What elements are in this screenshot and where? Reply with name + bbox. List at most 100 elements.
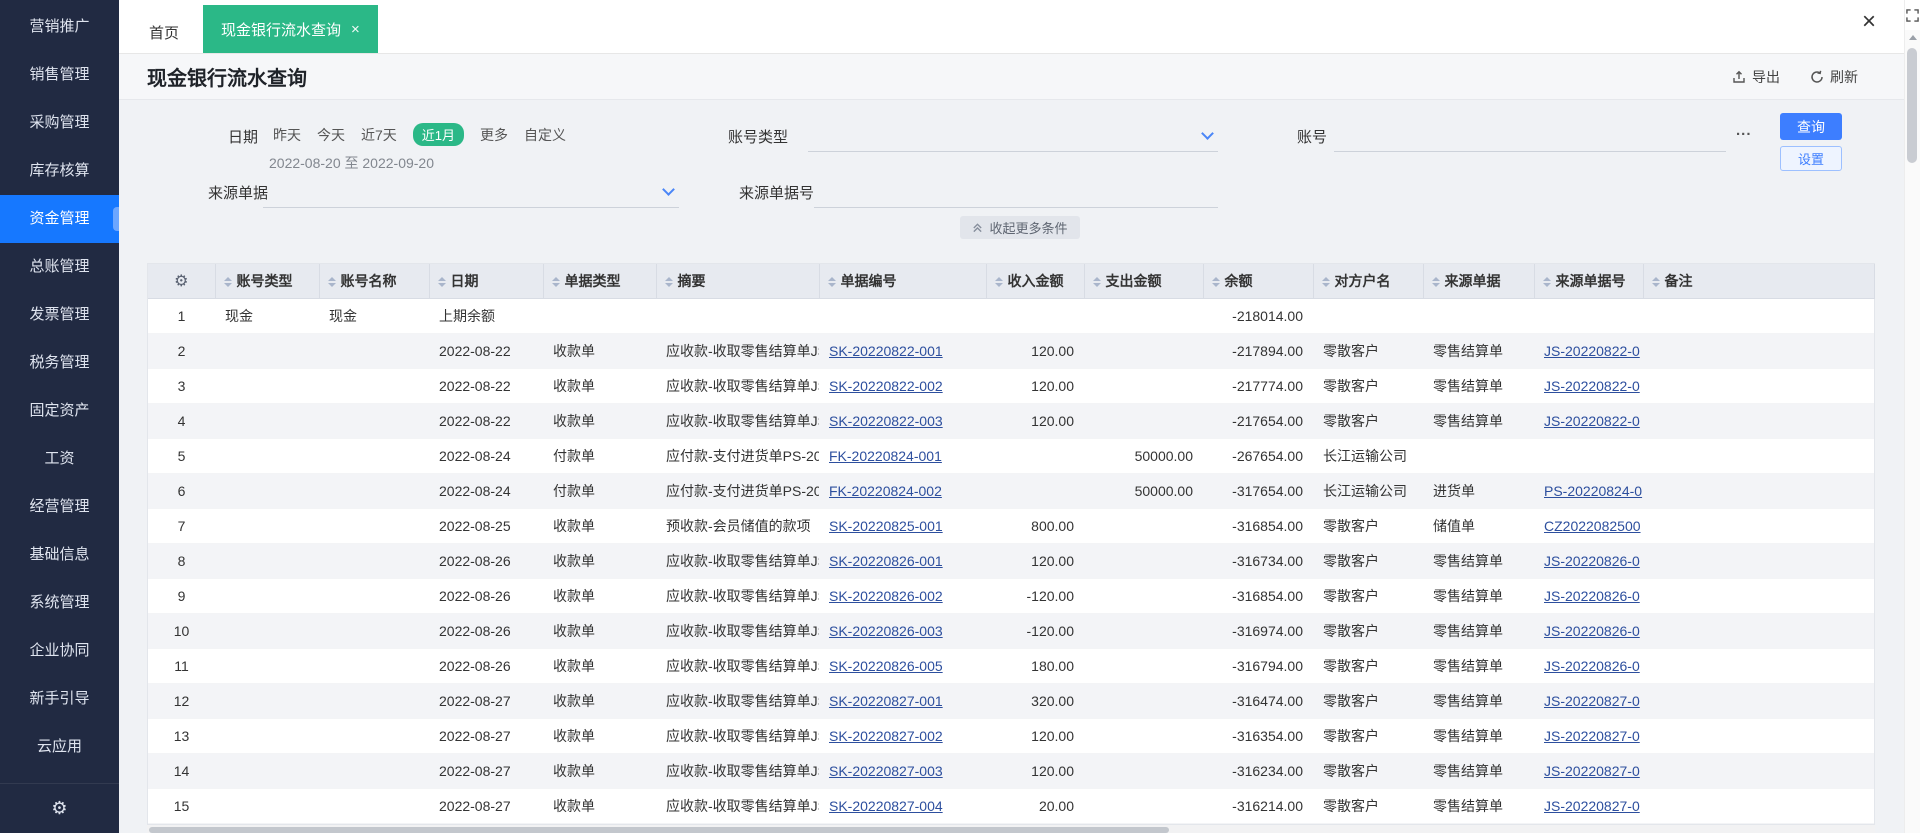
column-header-doc_no[interactable]: 单据编号 [819,264,987,299]
source_doc_no-link[interactable]: CZ2022082500 [1544,518,1641,534]
account-more-button[interactable]: ... [1736,122,1752,139]
table-row[interactable]: 8 2022-08-26 收款单 应收款-收取零售结算单JS SK-20220826-0… [148,543,1874,579]
doc_no-link[interactable]: SK-20220826-003 [829,623,943,639]
doc_no-link[interactable]: SK-20220827-001 [829,693,943,709]
column-header-balance[interactable]: 余额 [1203,264,1314,299]
source_doc_no-link[interactable]: JS-20220827-0 [1544,763,1640,779]
doc_no-link[interactable]: SK-20220822-002 [829,378,943,394]
column-header-expense[interactable]: 支出金额 [1084,264,1204,299]
sidebar-item-15[interactable]: 云应用 [0,723,119,771]
source_doc_no-link[interactable]: JS-20220826-0 [1544,588,1640,604]
doc_no-link[interactable]: SK-20220825-001 [829,518,943,534]
column-header-counterparty[interactable]: 对方户名 [1313,264,1424,299]
collapse-conditions-button[interactable]: 收起更多条件 [959,216,1080,239]
table-row[interactable]: 7 2022-08-25 收款单 预收款-会员储值的款项 SK-20220825-001… [148,508,1874,544]
table-row[interactable]: 1 现金 现金 上期余额 -218014.00 [148,298,1874,334]
table-row[interactable]: 3 2022-08-22 收款单 应收款-收取零售结算单JS SK-20220822-0… [148,368,1874,404]
horizontal-scrollbar-thumb[interactable] [149,826,1169,833]
sidebar-item-10[interactable]: 经营管理 [0,483,119,531]
table-row[interactable]: 2 2022-08-22 收款单 应收款-收取零售结算单JS SK-20220822-0… [148,333,1874,369]
sidebar-item-0[interactable]: 营销推广 [0,3,119,51]
source_doc_no-link[interactable]: JS-20220827-0 [1544,693,1640,709]
doc_no-link[interactable]: SK-20220822-003 [829,413,943,429]
source_doc_no-link[interactable]: JS-20220822-0 [1544,413,1640,429]
table-row[interactable]: 5 2022-08-24 付款单 应付款-支付进货单PS-20. FK-20220824… [148,438,1874,474]
doc_no-link[interactable]: SK-20220826-002 [829,588,943,604]
doc_no-link[interactable]: SK-20220826-005 [829,658,943,674]
date-option[interactable]: 自定义 [524,125,566,145]
sidebar-item-6[interactable]: 发票管理 [0,291,119,339]
sidebar-item-5[interactable]: 总账管理 [0,243,119,291]
fullscreen-icon[interactable] [1905,0,1920,30]
sidebar-item-1[interactable]: 销售管理 [0,51,119,99]
sidebar-item-13[interactable]: 企业协同 [0,627,119,675]
vertical-scrollbar-thumb[interactable] [1907,48,1917,163]
account-input[interactable] [1334,122,1726,152]
table-row[interactable]: 13 2022-08-27 收款单 应收款-收取零售结算单JS SK-20220827-… [148,718,1874,754]
account-type-select[interactable] [808,122,1218,152]
source_doc_no-link[interactable]: JS-20220822-0 [1544,378,1640,394]
settings-button[interactable]: 设置 [1780,146,1842,171]
column-header-account_type[interactable]: 账号类型 [215,264,320,299]
source_doc_no-link[interactable]: JS-20220827-0 [1544,798,1640,814]
table-row[interactable]: 11 2022-08-26 收款单 应收款-收取零售结算单JS SK-20220826-… [148,648,1874,684]
doc_no-link[interactable]: FK-20220824-001 [829,448,942,464]
sidebar-settings-button[interactable]: ⚙ [0,783,119,833]
date-option[interactable]: 近7天 [361,125,397,145]
refresh-button[interactable]: 刷新 [1810,67,1858,87]
date-option[interactable]: 近1月 [412,123,465,146]
source_doc_no-link[interactable]: JS-20220826-0 [1544,553,1640,569]
source_doc_no-link[interactable]: JS-20220826-0 [1544,658,1640,674]
source_doc_no-link[interactable]: PS-20220824-0 [1544,483,1642,499]
table-row[interactable]: 14 2022-08-27 收款单 应收款-收取零售结算单JS SK-20220827-… [148,753,1874,789]
sidebar-item-12[interactable]: 系统管理 [0,579,119,627]
sidebar-item-14[interactable]: 新手引导 [0,675,119,723]
sidebar-item-11[interactable]: 基础信息 [0,531,119,579]
query-button[interactable]: 查询 [1780,113,1842,140]
column-settings-button[interactable]: ⚙ [148,264,216,299]
export-button[interactable]: 导出 [1732,67,1780,87]
table-row[interactable]: 9 2022-08-26 收款单 应收款-收取零售结算单JS SK-20220826-0… [148,578,1874,614]
sidebar-item-9[interactable]: 工资 [0,435,119,483]
horizontal-scrollbar[interactable] [147,824,1875,833]
sidebar-item-8[interactable]: 固定资产 [0,387,119,435]
source_doc_no-link[interactable]: JS-20220822-0 [1544,343,1640,359]
scroll-up-arrow[interactable] [1905,30,1920,44]
doc_no-link[interactable]: SK-20220827-003 [829,763,943,779]
column-header-source_doc_no[interactable]: 来源单据号 [1534,264,1644,299]
column-header-date[interactable]: 日期 [429,264,544,299]
sidebar-item-2[interactable]: 采购管理 [0,99,119,147]
column-header-summary[interactable]: 摘要 [656,264,820,299]
close-icon[interactable]: × [1862,10,1876,34]
doc_no-link[interactable]: SK-20220822-001 [829,343,943,359]
tab-home[interactable]: 首页 [125,11,203,53]
column-header-doc_type[interactable]: 单据类型 [543,264,657,299]
sidebar-item-4[interactable]: 资金管理 [0,195,119,243]
date-option[interactable]: 今天 [317,125,345,145]
date-option[interactable]: 昨天 [273,125,301,145]
column-header-remark[interactable]: 备注 [1643,264,1875,299]
table-row[interactable]: 15 2022-08-27 收款单 应收款-收取零售结算单JS SK-20220827-… [148,788,1874,824]
source_doc_no-link[interactable]: JS-20220826-0 [1544,623,1640,639]
sidebar-item-7[interactable]: 税务管理 [0,339,119,387]
doc_no-link[interactable]: SK-20220826-001 [829,553,943,569]
source_doc_no-link[interactable]: JS-20220827-0 [1544,728,1640,744]
doc_no-link[interactable]: FK-20220824-002 [829,483,942,499]
cell-balance: -316734.00 [1203,543,1313,579]
column-header-source_doc[interactable]: 来源单据 [1423,264,1535,299]
table-row[interactable]: 10 2022-08-26 收款单 应收款-收取零售结算单JS SK-20220826-… [148,613,1874,649]
vertical-scrollbar[interactable] [1905,30,1920,833]
tab-cash-bank-flow[interactable]: 现金银行流水查询 × [203,5,378,53]
tab-close-icon[interactable]: × [351,22,360,37]
source-doc-select[interactable] [263,178,679,208]
column-header-account_name[interactable]: 账号名称 [319,264,430,299]
column-header-income[interactable]: 收入金额 [986,264,1085,299]
table-row[interactable]: 4 2022-08-22 收款单 应收款-收取零售结算单JS SK-20220822-0… [148,403,1874,439]
doc_no-link[interactable]: SK-20220827-002 [829,728,943,744]
sidebar-item-3[interactable]: 库存核算 [0,147,119,195]
source-doc-no-input[interactable] [814,178,1218,208]
table-row[interactable]: 6 2022-08-24 付款单 应付款-支付进货单PS-20. FK-20220824… [148,473,1874,509]
date-option[interactable]: 更多 [480,125,508,145]
doc_no-link[interactable]: SK-20220827-004 [829,798,943,814]
table-row[interactable]: 12 2022-08-27 收款单 应收款-收取零售结算单JS SK-20220827-… [148,683,1874,719]
